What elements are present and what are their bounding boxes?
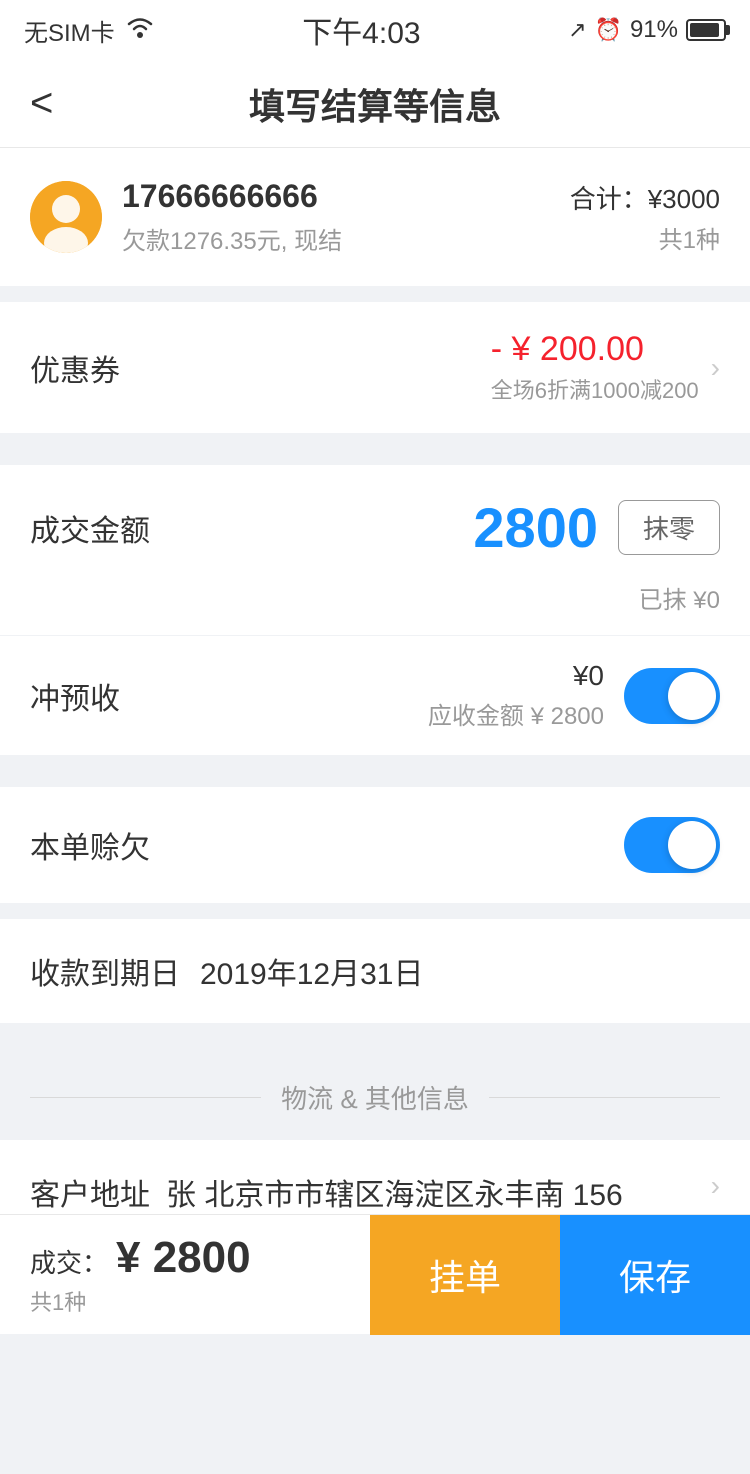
amount-row: 成交金额 2800 抹零 [0, 465, 750, 580]
status-right: ↗ ⏰ 91% [568, 16, 726, 44]
ben-dan-label: 本单赊欠 [30, 823, 150, 867]
coupon-row[interactable]: 优惠券 - ¥ 200.00 全场6折满1000减200 › [0, 302, 750, 433]
coupon-right: - ¥ 200.00 全场6折满1000减200 › [491, 330, 720, 405]
footer-deal-count: 共1种 [30, 1285, 340, 1317]
status-left: 无SIM卡 [24, 13, 155, 48]
due-date-label: 收款到期日 [30, 949, 180, 993]
status-time: 下午4:03 [302, 8, 420, 52]
total-count: 共1种 [570, 220, 720, 255]
ben-dan-row: 本单赊欠 [0, 787, 750, 903]
deal-amount-section: 成交金额 2800 抹零 已抹 ¥0 冲预收 ¥0 应收金额 ¥ 2800 [0, 465, 750, 755]
coupon-amount: - ¥ 200.00 [491, 330, 699, 369]
status-bar: 无SIM卡 下午4:03 ↗ ⏰ 91% [0, 0, 750, 60]
address-chevron-icon: › [711, 1170, 720, 1202]
footer-summary: 成交： ¥ 2800 共1种 [0, 1233, 370, 1317]
battery-icon [686, 19, 726, 41]
location-icon: ↗ [568, 17, 586, 43]
save-button[interactable]: 保存 [560, 1215, 750, 1335]
customer-phone: 17666666666 [122, 178, 342, 215]
chong-yu-shou-label: 冲预收 [30, 674, 120, 718]
nav-bar: < 填写结算等信息 [0, 60, 750, 148]
chong-sub: 应收金额 ¥ 2800 [428, 696, 604, 731]
due-date-row: 收款到期日 2019年12月31日 [0, 919, 750, 1023]
due-date-value: 2019年12月31日 [200, 949, 423, 993]
deal-amount-label: 成交金额 [30, 506, 150, 550]
customer-left: 17666666666 欠款1276.35元, 现结 [30, 178, 342, 256]
coupon-label: 优惠券 [30, 346, 120, 390]
chong-main: ¥0 [428, 660, 604, 692]
divider-1 [0, 449, 750, 465]
coupon-info: - ¥ 200.00 全场6折满1000减200 [491, 330, 699, 405]
ben-dan-toggle[interactable] [624, 817, 720, 873]
chong-yu-shou-row: 冲预收 ¥0 应收金额 ¥ 2800 [0, 635, 750, 755]
customer-info: 17666666666 欠款1276.35元, 现结 [122, 178, 342, 256]
round-button[interactable]: 抹零 [618, 500, 720, 555]
total-amount: 合计：¥3000 [570, 179, 720, 216]
avatar [30, 181, 102, 253]
page-title: 填写结算等信息 [249, 78, 501, 130]
address-label: 客户地址 [30, 1170, 150, 1214]
toggle-knob [668, 672, 716, 720]
coupon-desc: 全场6折满1000减200 [491, 373, 699, 405]
amount-right: 2800 抹零 [473, 495, 720, 560]
chong-yu-shou-right: ¥0 应收金额 ¥ 2800 [428, 660, 720, 731]
customer-total: 合计：¥3000 共1种 [570, 179, 720, 255]
section-divider: 物流 & 其他信息 [0, 1055, 750, 1140]
ya-chu-text: 已抹 ¥0 [0, 580, 750, 635]
hold-button[interactable]: 挂单 [370, 1215, 560, 1335]
deal-amount-value: 2800 [473, 495, 598, 560]
back-button[interactable]: < [30, 81, 53, 126]
ben-dan-knob [668, 821, 716, 869]
footer: 成交： ¥ 2800 共1种 挂单 保存 [0, 1214, 750, 1334]
battery-percent: 91% [630, 16, 678, 44]
customer-card: 17666666666 欠款1276.35元, 现结 合计：¥3000 共1种 [0, 148, 750, 286]
carrier-text: 无SIM卡 [24, 13, 115, 48]
footer-deal-amount: ¥ 2800 [116, 1233, 251, 1283]
alarm-icon: ⏰ [595, 17, 622, 43]
wifi-icon [125, 16, 155, 45]
footer-deal-label: 成交： [30, 1243, 108, 1280]
chong-yu-shou-value: ¥0 应收金额 ¥ 2800 [428, 660, 604, 731]
chevron-right-icon: › [711, 352, 720, 384]
divider-3 [0, 1039, 750, 1055]
section-divider-text: 物流 & 其他信息 [281, 1079, 469, 1116]
customer-debt: 欠款1276.35元, 现结 [122, 221, 342, 256]
divider-2 [0, 771, 750, 787]
footer-deal-row: 成交： ¥ 2800 [30, 1233, 340, 1283]
chong-toggle[interactable] [624, 668, 720, 724]
